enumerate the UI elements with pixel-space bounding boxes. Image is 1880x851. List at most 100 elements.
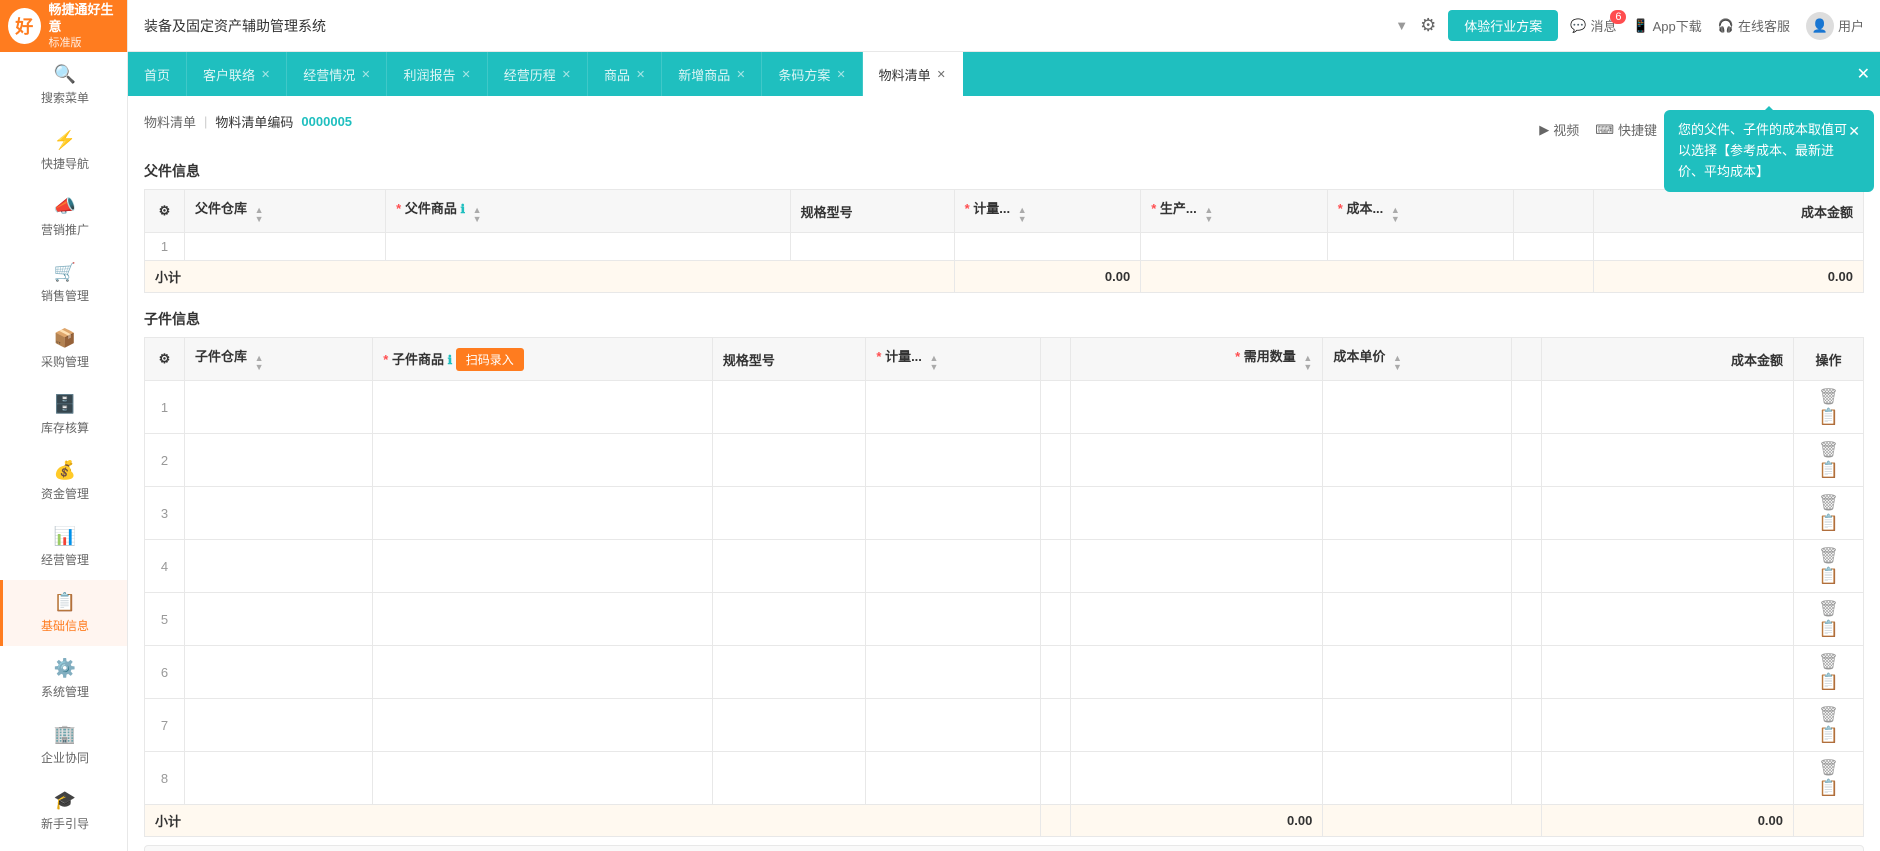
cell-product[interactable] [373, 540, 713, 593]
cell-qty[interactable] [1071, 434, 1323, 487]
sidebar-item-sales[interactable]: 🛒 销售管理 [0, 250, 127, 316]
cell-spec[interactable] [790, 233, 954, 261]
close-icon[interactable]: ✕ [361, 68, 370, 81]
online-support-button[interactable]: 🎧 在线客服 [1718, 16, 1790, 35]
cell-spec[interactable] [712, 593, 866, 646]
cell-unit[interactable] [866, 434, 1041, 487]
cell-product[interactable] [373, 381, 713, 434]
delete-icon[interactable]: 🗑 [1818, 760, 1838, 777]
cell-spec[interactable] [712, 646, 866, 699]
cell-spec[interactable] [712, 487, 866, 540]
copy-icon[interactable]: 📋 [1819, 621, 1839, 638]
cell-qty[interactable] [1071, 381, 1323, 434]
sidebar-item-marketing[interactable]: 📣 营销推广 [0, 184, 127, 250]
sidebar-item-purchase[interactable]: 📦 采购管理 [0, 316, 127, 382]
cell-unit[interactable] [866, 381, 1041, 434]
cell-warehouse[interactable] [185, 487, 373, 540]
cell-product[interactable] [373, 699, 713, 752]
sidebar-item-quick-nav[interactable]: ⚡ 快捷导航 [0, 118, 127, 184]
cell-spec[interactable] [712, 699, 866, 752]
trial-button[interactable]: 体验行业方案 [1448, 10, 1558, 41]
cell-warehouse[interactable] [185, 646, 373, 699]
view-action[interactable]: ▶ 视频 [1539, 120, 1579, 139]
delete-icon[interactable]: 🗑 [1818, 654, 1838, 671]
cell-qty[interactable] [1071, 752, 1323, 805]
copy-icon[interactable]: 📋 [1819, 674, 1839, 691]
delete-icon[interactable]: 🗑 [1818, 442, 1838, 459]
delete-icon[interactable]: 🗑 [1818, 601, 1838, 618]
cell-product[interactable] [386, 233, 790, 261]
cell-unit[interactable] [954, 233, 1141, 261]
sidebar-item-system[interactable]: ⚙️ 系统管理 [0, 646, 127, 712]
cell-qty[interactable] [1071, 540, 1323, 593]
shortcut-action[interactable]: ⌨ 快捷键 [1595, 120, 1657, 139]
close-icon[interactable]: ✕ [736, 68, 745, 81]
cell-cost[interactable] [1327, 233, 1514, 261]
cell-warehouse[interactable] [185, 434, 373, 487]
app-download-button[interactable]: 📱 App下载 [1632, 16, 1701, 35]
cell-unit[interactable] [866, 540, 1041, 593]
close-icon[interactable]: ✕ [937, 68, 946, 81]
cell-unit[interactable] [866, 487, 1041, 540]
cell-production[interactable] [1141, 233, 1328, 261]
message-button[interactable]: 💬 消息 6 [1570, 16, 1616, 35]
cell-warehouse[interactable] [185, 699, 373, 752]
cell-spec[interactable] [712, 752, 866, 805]
cell-product[interactable] [373, 434, 713, 487]
scan-input-button[interactable]: 扫码录入 [456, 348, 524, 371]
cell-warehouse[interactable] [185, 593, 373, 646]
sidebar-item-search[interactable]: 🔍 搜索菜单 [0, 52, 127, 118]
cell-spec[interactable] [712, 434, 866, 487]
delete-icon[interactable]: 🗑 [1818, 707, 1838, 724]
cell-unit-price[interactable] [1323, 487, 1511, 540]
cell-product[interactable] [373, 646, 713, 699]
cell-unit[interactable] [866, 646, 1041, 699]
cell-product[interactable] [373, 487, 713, 540]
close-icon[interactable]: ✕ [636, 68, 645, 81]
cell-spec[interactable] [712, 540, 866, 593]
cell-qty[interactable] [1071, 593, 1323, 646]
dropdown-arrow-icon[interactable]: ▼ [1395, 18, 1408, 33]
delete-icon[interactable]: 🗑 [1818, 495, 1838, 512]
cell-warehouse[interactable] [185, 540, 373, 593]
copy-icon[interactable]: 📋 [1819, 727, 1839, 744]
tab-operations[interactable]: 经营情况 ✕ [287, 52, 387, 96]
cell-spec[interactable] [712, 381, 866, 434]
cell-unit[interactable] [866, 699, 1041, 752]
close-icon[interactable]: ✕ [261, 68, 270, 81]
cell-unit-price[interactable] [1323, 646, 1511, 699]
sidebar-item-inventory[interactable]: 🗄️ 库存核算 [0, 382, 127, 448]
close-all-tabs-button[interactable]: ✕ [1847, 64, 1880, 84]
cell-unit-price[interactable] [1323, 699, 1511, 752]
close-icon[interactable]: ✕ [462, 68, 471, 81]
tab-home[interactable]: 首页 [128, 52, 187, 96]
cell-unit-price[interactable] [1323, 593, 1511, 646]
cell-unit-price[interactable] [1323, 752, 1511, 805]
cell-qty[interactable] [1071, 646, 1323, 699]
breadcrumb-list[interactable]: 物料清单 [144, 112, 196, 131]
cell-warehouse[interactable] [185, 752, 373, 805]
cell-unit[interactable] [866, 593, 1041, 646]
sidebar-item-operations[interactable]: 📊 经营管理 [0, 514, 127, 580]
cell-product[interactable] [373, 593, 713, 646]
copy-icon[interactable]: 📋 [1819, 780, 1839, 797]
tooltip-close-button[interactable]: ✕ [1848, 120, 1860, 142]
sidebar-item-finance[interactable]: 💰 资金管理 [0, 448, 127, 514]
cell-qty[interactable] [1071, 487, 1323, 540]
cell-warehouse[interactable] [185, 233, 386, 261]
cell-qty[interactable] [1071, 699, 1323, 752]
cell-product[interactable] [373, 752, 713, 805]
sidebar-item-basic-info[interactable]: 📋 基础信息 [0, 580, 127, 646]
copy-icon[interactable]: 📋 [1819, 409, 1839, 426]
sidebar-item-guide[interactable]: 🎓 新手引导 [0, 778, 127, 844]
sidebar-item-enterprise[interactable]: 🏢 企业协同 [0, 712, 127, 778]
user-menu[interactable]: 👤 用户 [1806, 12, 1864, 40]
tab-new-product[interactable]: 新增商品 ✕ [662, 52, 762, 96]
copy-icon[interactable]: 📋 [1819, 462, 1839, 479]
tab-bom[interactable]: 物料清单 ✕ [863, 52, 963, 96]
close-icon[interactable]: ✕ [836, 68, 845, 81]
tab-history[interactable]: 经营历程 ✕ [488, 52, 588, 96]
cell-unit[interactable] [866, 752, 1041, 805]
settings-icon[interactable]: ⚙ [1420, 15, 1436, 36]
cell-warehouse[interactable] [185, 381, 373, 434]
